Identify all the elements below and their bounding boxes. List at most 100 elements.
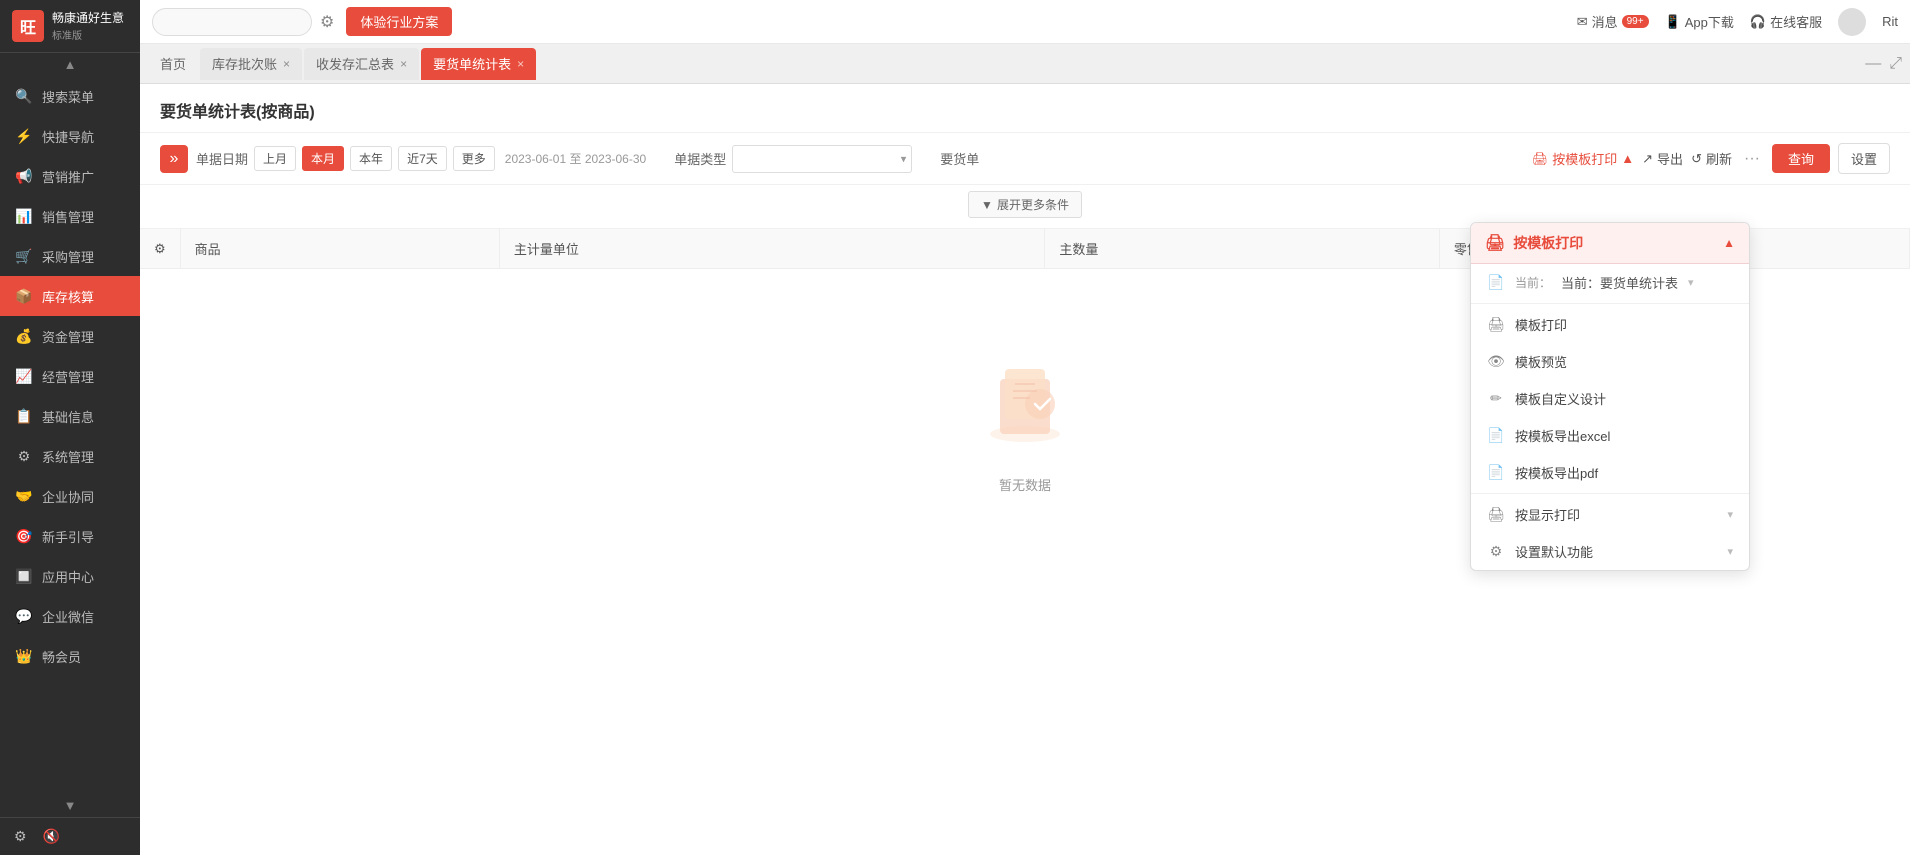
type-select-wrapper — [732, 145, 912, 173]
empty-illustration — [975, 349, 1075, 463]
sidebar-item-guide[interactable]: 🎯 新手引导 — [0, 516, 140, 556]
dropdown-item-template-print[interactable]: 🖨 模板打印 — [1471, 306, 1749, 343]
export-btn[interactable]: ↗ 导出 — [1642, 149, 1683, 168]
sidebar-logo: 旺 畅康通好生意 标准版 — [0, 0, 140, 53]
guide-icon: 🎯 — [14, 526, 34, 546]
trial-button[interactable]: 体验行业方案 — [346, 7, 452, 36]
dropdown-close-btn[interactable]: ▲ — [1723, 236, 1735, 250]
page-title: 要货单统计表(按商品) — [160, 104, 315, 121]
online-service-item[interactable]: 🎧 在线客服 — [1750, 12, 1822, 31]
export-btn-label: 导出 — [1657, 149, 1683, 168]
dropdown-item-export-excel[interactable]: 📄 按模板导出excel — [1471, 417, 1749, 454]
settings-btn[interactable]: 设置 — [1838, 143, 1890, 174]
scroll-up-btn[interactable]: ▲ — [0, 53, 140, 76]
sidebar-item-member[interactable]: 👑 畅会员 — [0, 636, 140, 676]
search-input[interactable] — [152, 8, 312, 36]
dropdown-item-display-print[interactable]: 🖨 按显示打印 ▾ — [1471, 496, 1749, 533]
volume-icon[interactable]: 🔇 — [43, 828, 60, 845]
tab-order-summary[interactable]: 要货单统计表 × — [421, 48, 536, 80]
content-wrapper: 要货单统计表(按商品) » 单据日期 上月 本月 本年 近7天 更多 2023-… — [140, 84, 1910, 574]
sidebar-item-label: 销售管理 — [42, 207, 94, 226]
date-7days-btn[interactable]: 近7天 — [398, 146, 447, 171]
message-icon: ✉ — [1577, 14, 1588, 30]
col-product: 商品 — [180, 229, 499, 269]
sidebar-item-label: 基础信息 — [42, 407, 94, 426]
message-badge: 99+ — [1622, 15, 1649, 28]
tab-batch-close[interactable]: × — [283, 57, 290, 71]
sidebar-item-label: 快捷导航 — [42, 127, 94, 146]
enterprise-icon: 🤝 — [14, 486, 34, 506]
dropdown-item-export-pdf[interactable]: 📄 按模板导出pdf — [1471, 454, 1749, 491]
dropdown-item-template-preview[interactable]: 👁 模板预览 — [1471, 343, 1749, 380]
window-minimize-btn[interactable]: — — [1865, 55, 1881, 73]
dropdown-current-item[interactable]: 📄 当前： 当前：要货单统计表 ▾ — [1471, 264, 1749, 301]
date-range-display: 2023-06-01 至 2023-06-30 — [505, 150, 646, 167]
topbar-gear-icon[interactable]: ⚙ — [320, 12, 334, 32]
sidebar-item-marketing[interactable]: 📢 营销推广 — [0, 156, 140, 196]
message-item[interactable]: ✉ 消息 99+ — [1577, 12, 1649, 31]
window-expand-btn[interactable]: ⤢ — [1889, 55, 1902, 73]
settings-icon[interactable]: ⚙ — [14, 828, 27, 845]
user-avatar[interactable] — [1838, 8, 1866, 36]
operations-icon: 📈 — [14, 366, 34, 386]
sidebar-item-enterprise[interactable]: 🤝 企业协同 — [0, 476, 140, 516]
sidebar-item-inventory[interactable]: 📦 库存核算 — [0, 276, 140, 316]
sidebar-item-system[interactable]: ⚙ 系统管理 — [0, 436, 140, 476]
app-download-item[interactable]: 📱 App下载 — [1665, 12, 1734, 31]
type-select[interactable] — [732, 145, 912, 173]
sidebar-item-finance[interactable]: 💰 资金管理 — [0, 316, 140, 356]
tab-order-summary-close[interactable]: × — [517, 57, 524, 71]
sidebar-item-purchase[interactable]: 🛒 采购管理 — [0, 236, 140, 276]
expand-icon: » — [170, 150, 179, 168]
template-preview-label: 模板预览 — [1515, 352, 1733, 371]
search-icon: 🔍 — [14, 86, 34, 106]
sidebar-item-search[interactable]: 🔍 搜索菜单 — [0, 76, 140, 116]
expand-more-label: 展开更多条件 — [997, 196, 1069, 213]
expand-filter-btn[interactable]: » — [160, 145, 188, 173]
dropdown-item-template-custom[interactable]: ✏ 模板自定义设计 — [1471, 380, 1749, 417]
sidebar-item-label: 企业协同 — [42, 487, 94, 506]
table-gear-icon[interactable]: ⚙ — [154, 241, 166, 257]
message-label: 消息 — [1592, 12, 1618, 31]
expand-more-btn[interactable]: ▼ 展开更多条件 — [968, 191, 1082, 218]
dropdown-item-default-setting[interactable]: ⚙ 设置默认功能 ▾ — [1471, 533, 1749, 570]
refresh-btn[interactable]: ↺ 刷新 — [1691, 149, 1732, 168]
dropdown-header-left: 🖨 按模板打印 — [1485, 233, 1583, 253]
tab-collection[interactable]: 收发存汇总表 × — [304, 48, 419, 80]
type-filter-label: 单据类型 — [674, 149, 726, 168]
tab-collection-close[interactable]: × — [400, 57, 407, 71]
member-icon: 👑 — [14, 646, 34, 666]
date-this-year-btn[interactable]: 本年 — [350, 146, 392, 171]
sidebar-item-shortcut[interactable]: ⚡ 快捷导航 — [0, 116, 140, 156]
scroll-down-btn[interactable]: ▼ — [0, 794, 140, 817]
inventory-icon: 📦 — [14, 286, 34, 306]
date-last-month-btn[interactable]: 上月 — [254, 146, 296, 171]
tabs-bar: 首页 库存批次账 × 收发存汇总表 × 要货单统计表 × — ⤢ — [140, 44, 1910, 84]
date-more-btn[interactable]: 更多 — [453, 146, 495, 171]
apps-icon: 🔲 — [14, 566, 34, 586]
more-actions-btn[interactable]: ··· — [1740, 150, 1764, 168]
tab-home[interactable]: 首页 — [148, 48, 198, 80]
headset-icon: 🎧 — [1750, 14, 1766, 30]
date-filter-label: 单据日期 — [196, 149, 248, 168]
sidebar-item-basics[interactable]: 📋 基础信息 — [0, 396, 140, 436]
sidebar-item-wechat[interactable]: 💬 企业微信 — [0, 596, 140, 636]
main-area: ⚙ 体验行业方案 ✉ 消息 99+ 📱 App下载 🎧 在线客服 Rit 首页 — [140, 0, 1910, 855]
sidebar-item-operations[interactable]: 📈 经营管理 — [0, 356, 140, 396]
marketing-icon: 📢 — [14, 166, 34, 186]
date-this-month-btn[interactable]: 本月 — [302, 146, 344, 171]
sidebar-item-apps[interactable]: 🔲 应用中心 — [0, 556, 140, 596]
system-icon: ⚙ — [14, 446, 34, 466]
amount-filter-label: 要货单 — [940, 149, 979, 168]
display-print-icon: 🖨 — [1487, 506, 1505, 524]
basics-icon: 📋 — [14, 406, 34, 426]
sidebar-item-sales[interactable]: 📊 销售管理 — [0, 196, 140, 236]
print-template-btn[interactable]: 🖨 按模板打印 ▲ — [1532, 149, 1634, 168]
query-btn[interactable]: 查询 — [1772, 144, 1830, 173]
template-custom-label: 模板自定义设计 — [1515, 389, 1733, 408]
default-setting-arrow: ▾ — [1727, 545, 1733, 558]
tab-batch[interactable]: 库存批次账 × — [200, 48, 302, 80]
export-excel-label: 按模板导出excel — [1515, 426, 1733, 445]
sidebar-item-label: 采购管理 — [42, 247, 94, 266]
template-preview-icon: 👁 — [1487, 353, 1505, 371]
